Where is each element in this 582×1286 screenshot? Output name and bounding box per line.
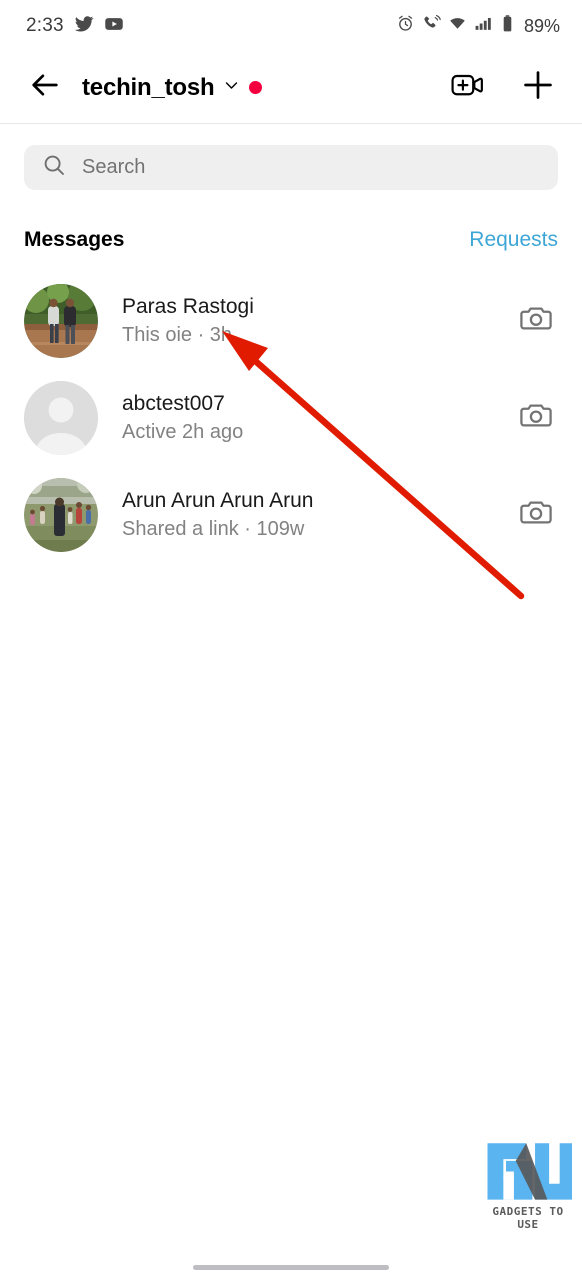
header-divider	[0, 123, 582, 124]
avatar[interactable]	[24, 380, 98, 455]
instagram-direct-messages-screen: 2:33 89% techin_tosh Search Messages Req…	[0, 0, 582, 1286]
video-call-button[interactable]	[446, 66, 490, 110]
camera-icon	[519, 495, 553, 534]
search-icon	[42, 153, 66, 182]
conversation-preview: Active 2h ago	[122, 420, 244, 443]
conversation-preview: This oie · 3h	[122, 323, 233, 346]
status-bar-left: 2:33	[26, 14, 124, 39]
alarm-icon	[396, 14, 415, 38]
plus-icon	[521, 68, 555, 107]
chevron-down-icon	[223, 77, 240, 99]
avatar[interactable]	[24, 283, 98, 358]
camera-icon	[519, 398, 553, 437]
account-switcher[interactable]: techin_tosh	[82, 73, 263, 102]
conversation-text: Arun Arun Arun Arun Shared a link · 109w	[122, 489, 313, 541]
video-call-add-icon	[451, 68, 485, 107]
annotation-arrow	[222, 331, 525, 600]
conversation-preview: Shared a link · 109w	[122, 517, 305, 540]
battery-icon	[500, 14, 515, 38]
avatar-photo-crowd-outdoors	[24, 477, 98, 552]
back-button[interactable]	[22, 65, 68, 111]
messages-label: Messages	[24, 228, 125, 251]
twitter-icon	[74, 14, 94, 39]
app-header: techin_tosh	[0, 52, 582, 123]
camera-button[interactable]	[514, 396, 558, 440]
conversation-list: Paras Rastogi This oie · 3h abctest007 A…	[0, 272, 582, 563]
page-title: techin_tosh	[82, 73, 215, 101]
youtube-icon	[104, 14, 124, 39]
header-actions	[446, 66, 560, 110]
status-bar-clock: 2:33	[26, 15, 64, 36]
conversation-text: Paras Rastogi This oie · 3h	[122, 295, 254, 347]
list-item[interactable]: Paras Rastogi This oie · 3h	[0, 272, 582, 369]
status-bar-right: 89%	[396, 14, 560, 38]
avatar[interactable]	[24, 477, 98, 552]
list-item[interactable]: Arun Arun Arun Arun Shared a link · 109w	[0, 466, 582, 563]
search-input[interactable]: Search	[24, 145, 558, 190]
conversation-text: abctest007 Active 2h ago	[122, 392, 243, 444]
unread-badge-dot	[249, 81, 263, 94]
camera-icon	[519, 301, 553, 340]
signal-icon	[474, 14, 493, 38]
call-vibrate-icon	[422, 14, 441, 38]
avatar-default-person-placeholder	[24, 380, 98, 455]
wifi-icon	[448, 14, 467, 38]
messages-section-header: Messages Requests	[0, 220, 582, 260]
camera-button[interactable]	[514, 299, 558, 343]
home-gesture-bar[interactable]	[193, 1265, 389, 1270]
watermark-caption: GADGETS TO USE	[492, 1205, 564, 1231]
list-item[interactable]: abctest007 Active 2h ago	[0, 369, 582, 466]
conversation-name: abctest007	[122, 391, 225, 415]
requests-link[interactable]: Requests	[469, 228, 558, 252]
battery-percent-label: 89%	[523, 15, 560, 36]
avatar-photo-two-people-outdoors	[24, 283, 98, 358]
new-message-button[interactable]	[516, 66, 560, 110]
camera-button[interactable]	[514, 493, 558, 537]
conversation-name: Arun Arun Arun Arun	[122, 488, 314, 512]
status-bar: 2:33 89%	[0, 0, 582, 52]
conversation-name: Paras Rastogi	[122, 294, 254, 318]
search-placeholder: Search	[82, 156, 146, 178]
back-arrow-icon	[28, 68, 62, 107]
